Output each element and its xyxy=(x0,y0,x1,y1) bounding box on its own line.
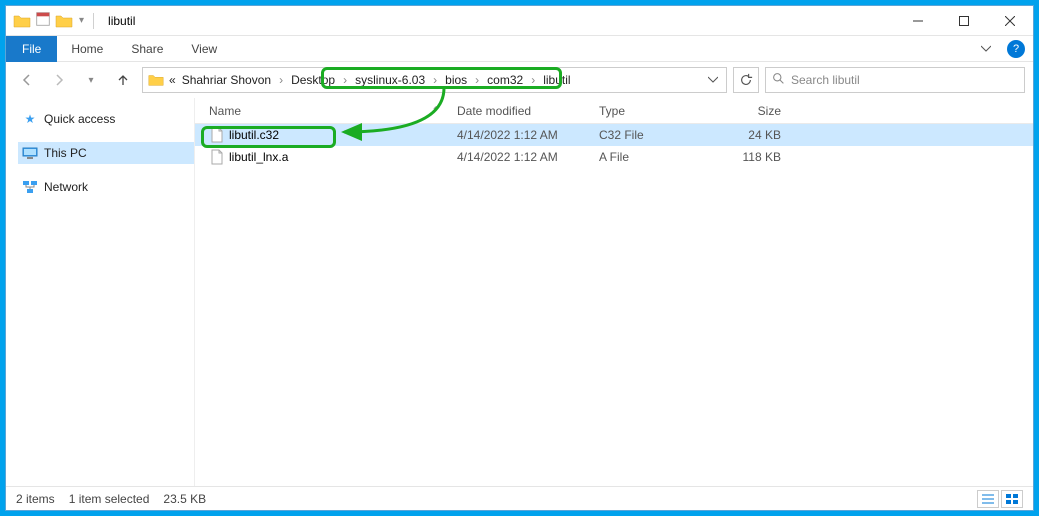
search-box[interactable] xyxy=(765,67,1025,93)
column-label: Date modified xyxy=(457,104,531,118)
pc-icon xyxy=(22,145,38,161)
file-icon xyxy=(209,127,225,143)
breadcrumb-item[interactable]: Shahriar Shovon xyxy=(180,68,273,92)
status-selected-size: 23.5 KB xyxy=(163,492,206,506)
nav-quick-access[interactable]: ★ Quick access xyxy=(18,108,194,130)
column-label: Type xyxy=(599,104,625,118)
chevron-right-icon[interactable]: › xyxy=(429,73,441,87)
file-list: libutil.c32 4/14/2022 1:12 AM C32 File 2… xyxy=(195,124,1033,486)
column-type[interactable]: Type xyxy=(591,104,707,118)
chevron-right-icon[interactable]: › xyxy=(275,73,287,87)
view-details-button[interactable] xyxy=(977,490,999,508)
file-tab[interactable]: File xyxy=(6,36,57,62)
view-icons-button[interactable] xyxy=(1001,490,1023,508)
network-icon xyxy=(22,179,38,195)
breadcrumb-item[interactable]: libutil xyxy=(541,68,572,92)
search-icon xyxy=(772,72,785,88)
address-bar[interactable]: « Shahriar Shovon › Desktop › syslinux-6… xyxy=(142,67,727,93)
nav-this-pc[interactable]: This PC xyxy=(18,142,194,164)
file-type: A File xyxy=(591,150,707,164)
status-bar: 2 items 1 item selected 23.5 KB xyxy=(6,486,1033,510)
column-label: Name xyxy=(209,104,241,118)
breadcrumb-item[interactable]: Desktop xyxy=(289,68,337,92)
sort-asc-icon: ⌃ xyxy=(431,104,441,118)
file-name: libutil.c32 xyxy=(229,128,279,142)
nav-label: This PC xyxy=(44,146,87,160)
breadcrumb-prefix[interactable]: « xyxy=(167,68,178,92)
address-folder-icon xyxy=(147,71,165,89)
file-name: libutil_lnx.a xyxy=(229,150,288,164)
forward-button[interactable] xyxy=(46,67,72,93)
column-date[interactable]: Date modified xyxy=(449,104,591,118)
breadcrumb-item[interactable]: bios xyxy=(443,68,469,92)
chevron-right-icon[interactable]: › xyxy=(471,73,483,87)
status-selected-count: 1 item selected xyxy=(69,492,150,506)
navigation-pane: ★ Quick access This PC Network xyxy=(6,98,194,486)
back-button[interactable] xyxy=(14,67,40,93)
title-text: libutil xyxy=(108,14,135,28)
nav-label: Quick access xyxy=(44,112,115,126)
nav-network[interactable]: Network xyxy=(18,176,194,198)
title-bar: ▾ libutil xyxy=(6,6,1033,36)
content-pane: Name ⌃ Date modified Type Size libutil.c… xyxy=(194,98,1033,486)
address-dropdown-icon[interactable] xyxy=(702,73,724,87)
refresh-button[interactable] xyxy=(733,67,759,93)
file-date: 4/14/2022 1:12 AM xyxy=(449,150,591,164)
breadcrumb-item[interactable]: com32 xyxy=(485,68,525,92)
file-icon xyxy=(209,149,225,165)
file-type: C32 File xyxy=(591,128,707,142)
breadcrumb-item[interactable]: syslinux-6.03 xyxy=(353,68,427,92)
share-tab[interactable]: Share xyxy=(117,36,177,62)
qat-props-icon[interactable] xyxy=(34,10,52,31)
close-button[interactable] xyxy=(987,6,1033,36)
maximize-button[interactable] xyxy=(941,6,987,36)
chevron-right-icon[interactable]: › xyxy=(339,73,351,87)
file-size: 118 KB xyxy=(707,150,789,164)
ribbon-expand-icon[interactable] xyxy=(973,42,999,56)
column-name[interactable]: Name ⌃ xyxy=(195,104,449,118)
ribbon: File Home Share View ? xyxy=(6,36,1033,62)
minimize-button[interactable] xyxy=(895,6,941,36)
up-button[interactable] xyxy=(110,67,136,93)
file-date: 4/14/2022 1:12 AM xyxy=(449,128,591,142)
star-icon: ★ xyxy=(22,111,38,127)
nav-label: Network xyxy=(44,180,88,194)
app-folder-icon xyxy=(12,11,32,31)
column-headers: Name ⌃ Date modified Type Size xyxy=(195,98,1033,124)
search-input[interactable] xyxy=(791,73,1018,87)
view-tab[interactable]: View xyxy=(177,36,231,62)
home-tab[interactable]: Home xyxy=(57,36,117,62)
status-item-count: 2 items xyxy=(16,492,55,506)
file-row[interactable]: libutil.c32 4/14/2022 1:12 AM C32 File 2… xyxy=(195,124,1033,146)
recent-dropdown-icon[interactable]: ▾ xyxy=(78,67,104,93)
qat-dropdown-icon[interactable]: ▾ xyxy=(76,15,87,26)
file-row[interactable]: libutil_lnx.a 4/14/2022 1:12 AM A File 1… xyxy=(195,146,1033,168)
help-icon[interactable]: ? xyxy=(1007,40,1025,58)
qat-folder-icon[interactable] xyxy=(54,11,74,31)
file-size: 24 KB xyxy=(707,128,789,142)
column-size[interactable]: Size xyxy=(707,104,789,118)
column-label: Size xyxy=(758,104,781,118)
chevron-right-icon[interactable]: › xyxy=(527,73,539,87)
nav-row: ▾ « Shahriar Shovon › Desktop › syslinux… xyxy=(6,62,1033,98)
